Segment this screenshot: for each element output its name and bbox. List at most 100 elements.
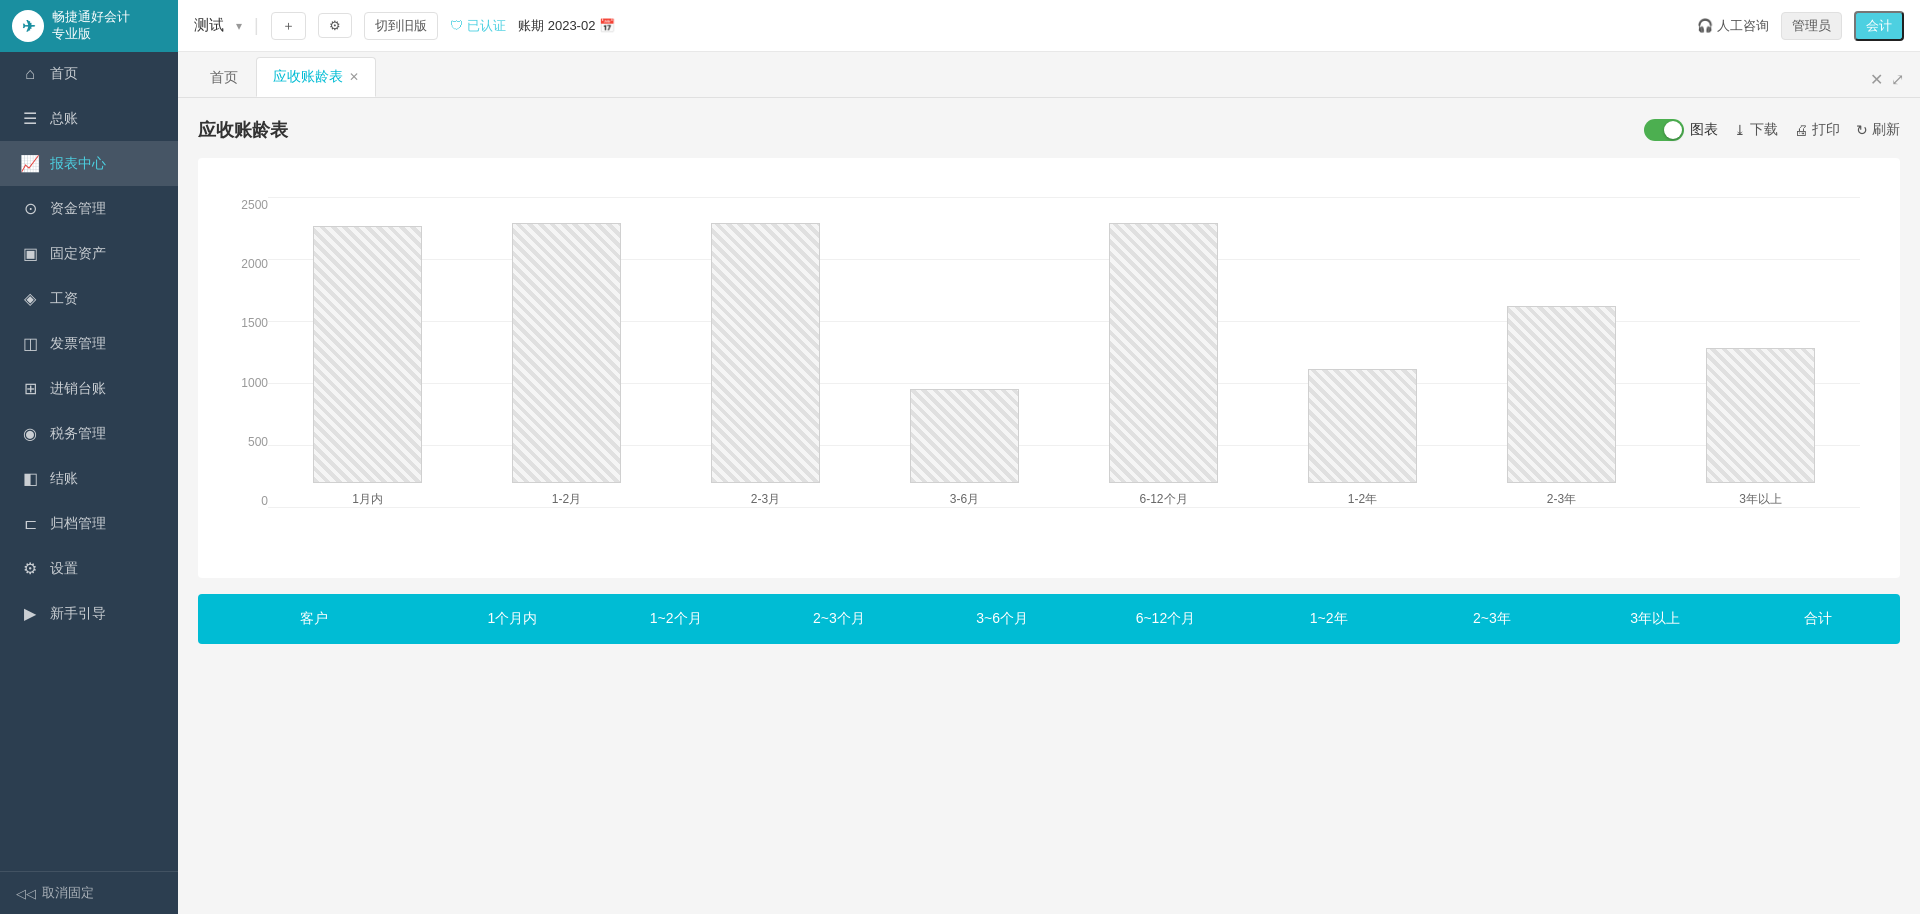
sidebar-item-tax[interactable]: ◉ 税务管理 <box>0 411 178 456</box>
main-area: 测试 ▾ | ＋ ⚙ 切到旧版 🛡 已认证 账期 2023-02 📅 🎧 人工咨… <box>178 0 1920 914</box>
bar-1-2月 <box>512 223 621 483</box>
download-btn[interactable]: ⤓ 下载 <box>1734 121 1778 139</box>
sidebar-item-funds[interactable]: ⊙ 资金管理 <box>0 186 178 231</box>
sidebar-item-label: 固定资产 <box>50 245 106 263</box>
sidebar-item-assets[interactable]: ▣ 固定资产 <box>0 231 178 276</box>
toggle-track[interactable] <box>1644 119 1684 141</box>
tab-home[interactable]: 首页 <box>194 59 254 97</box>
th-1month: 1个月内 <box>431 594 594 644</box>
th-customer: 客户 <box>198 594 431 644</box>
bar-group-1月内: 1月内 <box>268 198 467 508</box>
bar-group-2-3年: 2-3年 <box>1462 198 1661 508</box>
sidebar: ✈ 畅捷通好会计 专业版 ⌂ 首页 ☰ 总账 📈 报表中心 ⊙ 资金管理 ▣ 固… <box>0 0 178 914</box>
consult-btn[interactable]: 🎧 人工咨询 <box>1697 17 1769 35</box>
sidebar-item-wages[interactable]: ◈ 工资 <box>0 276 178 321</box>
company-dropdown-icon[interactable]: ▾ <box>236 19 242 33</box>
th-total: 合计 <box>1737 594 1900 644</box>
sidebar-item-label: 发票管理 <box>50 335 106 353</box>
period-value: 2023-02 <box>548 18 596 33</box>
user-btn[interactable]: 管理员 <box>1781 12 1842 40</box>
th-1-2month: 1~2个月 <box>594 594 757 644</box>
refresh-btn[interactable]: ↻ 刷新 <box>1856 121 1900 139</box>
tax-icon: ◉ <box>20 424 40 443</box>
table-container: 客户 1个月内 1~2个月 2~3个月 3~6个月 6~12个月 1~2年 2~… <box>198 594 1900 644</box>
x-label-1月内: 1月内 <box>352 491 383 508</box>
sidebar-item-home[interactable]: ⌂ 首页 <box>0 52 178 96</box>
download-label: 下载 <box>1750 121 1778 139</box>
cancel-fixed-btn[interactable]: ◁◁ 取消固定 <box>0 871 178 914</box>
close-window-btn[interactable]: ✕ <box>1870 70 1883 89</box>
bar-group-3-6月: 3-6月 <box>865 198 1064 508</box>
tabbar: 首页 应收账龄表 ✕ ✕ ⤢ <box>178 52 1920 98</box>
role-btn[interactable]: 会计 <box>1854 11 1904 41</box>
th-3-6month: 3~6个月 <box>921 594 1084 644</box>
th-2-3year: 2~3年 <box>1410 594 1573 644</box>
chart-toggle-label: 图表 <box>1690 121 1718 139</box>
assets-icon: ▣ <box>20 244 40 263</box>
pin-icon: ◁◁ <box>16 886 36 901</box>
wages-icon: ◈ <box>20 289 40 308</box>
y-axis: 0 500 1000 1500 2000 2500 <box>228 198 268 508</box>
sidebar-item-label: 税务管理 <box>50 425 106 443</box>
sidebar-item-label: 资金管理 <box>50 200 106 218</box>
sidebar-item-archive[interactable]: ⊏ 归档管理 <box>0 501 178 546</box>
tab-aging-label: 应收账龄表 <box>273 68 343 86</box>
refresh-label: 刷新 <box>1872 121 1900 139</box>
x-label-1-2年: 1-2年 <box>1348 491 1377 508</box>
topbar: 测试 ▾ | ＋ ⚙ 切到旧版 🛡 已认证 账期 2023-02 📅 🎧 人工咨… <box>178 0 1920 52</box>
switch-version-btn[interactable]: 切到旧版 <box>364 12 438 40</box>
print-btn[interactable]: 🖨 打印 <box>1794 121 1840 139</box>
x-label-3-6月: 3-6月 <box>950 491 979 508</box>
tab-aging-close[interactable]: ✕ <box>349 70 359 84</box>
sidebar-item-report[interactable]: 📈 报表中心 <box>0 141 178 186</box>
y-label-500: 500 <box>228 435 268 449</box>
topbar-right: 🎧 人工咨询 管理员 会计 <box>1697 11 1904 41</box>
sidebar-item-label: 结账 <box>50 470 78 488</box>
bar-group-6-12个月: 6-12个月 <box>1064 198 1263 508</box>
sidebar-item-label: 归档管理 <box>50 515 106 533</box>
y-label-1000: 1000 <box>228 376 268 390</box>
toggle-thumb <box>1664 121 1682 139</box>
ledger-icon: ☰ <box>20 109 40 128</box>
shield-icon: 🛡 <box>450 18 463 33</box>
sidebar-item-sales[interactable]: ⊞ 进销台账 <box>0 366 178 411</box>
y-label-2000: 2000 <box>228 257 268 271</box>
invoice-icon: ◫ <box>20 334 40 353</box>
chart-toggle[interactable]: 图表 <box>1644 119 1718 141</box>
x-label-2-3年: 2-3年 <box>1547 491 1576 508</box>
bar-2-3月 <box>711 223 820 483</box>
bar-group-2-3月: 2-3月 <box>666 198 865 508</box>
sidebar-item-closing[interactable]: ◧ 结账 <box>0 456 178 501</box>
certified-badge: 🛡 已认证 <box>450 17 506 35</box>
topbar-sep1: | <box>254 15 259 36</box>
cancel-fixed-label: 取消固定 <box>42 884 94 902</box>
report-icon: 📈 <box>20 154 40 173</box>
sidebar-item-settings[interactable]: ⚙ 设置 <box>0 546 178 591</box>
calendar-icon[interactable]: 📅 <box>599 18 615 33</box>
tab-actions: ✕ ⤢ <box>1870 70 1904 89</box>
archive-icon: ⊏ <box>20 514 40 533</box>
page-actions: 图表 ⤓ 下载 🖨 打印 ↻ 刷新 <box>1644 119 1900 141</box>
sidebar-item-label: 首页 <box>50 65 78 83</box>
add-btn[interactable]: ＋ <box>271 12 306 40</box>
x-label-3年以上: 3年以上 <box>1739 491 1782 508</box>
company-name: 测试 <box>194 16 224 35</box>
headset-icon: 🎧 <box>1697 18 1713 33</box>
chart-container: 0 500 1000 1500 2000 2500 <box>198 158 1900 578</box>
sidebar-item-label: 报表中心 <box>50 155 106 173</box>
certified-text: 已认证 <box>467 17 506 35</box>
sidebar-logo: ✈ 畅捷通好会计 专业版 <box>0 0 178 52</box>
settings-icon: ⚙ <box>20 559 40 578</box>
page-title: 应收账龄表 <box>198 118 288 142</box>
tab-aging[interactable]: 应收账龄表 ✕ <box>256 57 376 97</box>
th-2-3month: 2~3个月 <box>757 594 920 644</box>
x-label-2-3月: 2-3月 <box>751 491 780 508</box>
content-area: 应收账龄表 图表 ⤓ 下载 🖨 打印 ↻ 刷新 <box>178 98 1920 914</box>
sidebar-item-guide[interactable]: ▶ 新手引导 <box>0 591 178 636</box>
sidebar-item-invoice[interactable]: ◫ 发票管理 <box>0 321 178 366</box>
expand-btn[interactable]: ⤢ <box>1891 70 1904 89</box>
sidebar-item-label: 工资 <box>50 290 78 308</box>
sidebar-item-ledger[interactable]: ☰ 总账 <box>0 96 178 141</box>
print-icon: 🖨 <box>1794 122 1808 138</box>
settings-btn[interactable]: ⚙ <box>318 13 352 38</box>
